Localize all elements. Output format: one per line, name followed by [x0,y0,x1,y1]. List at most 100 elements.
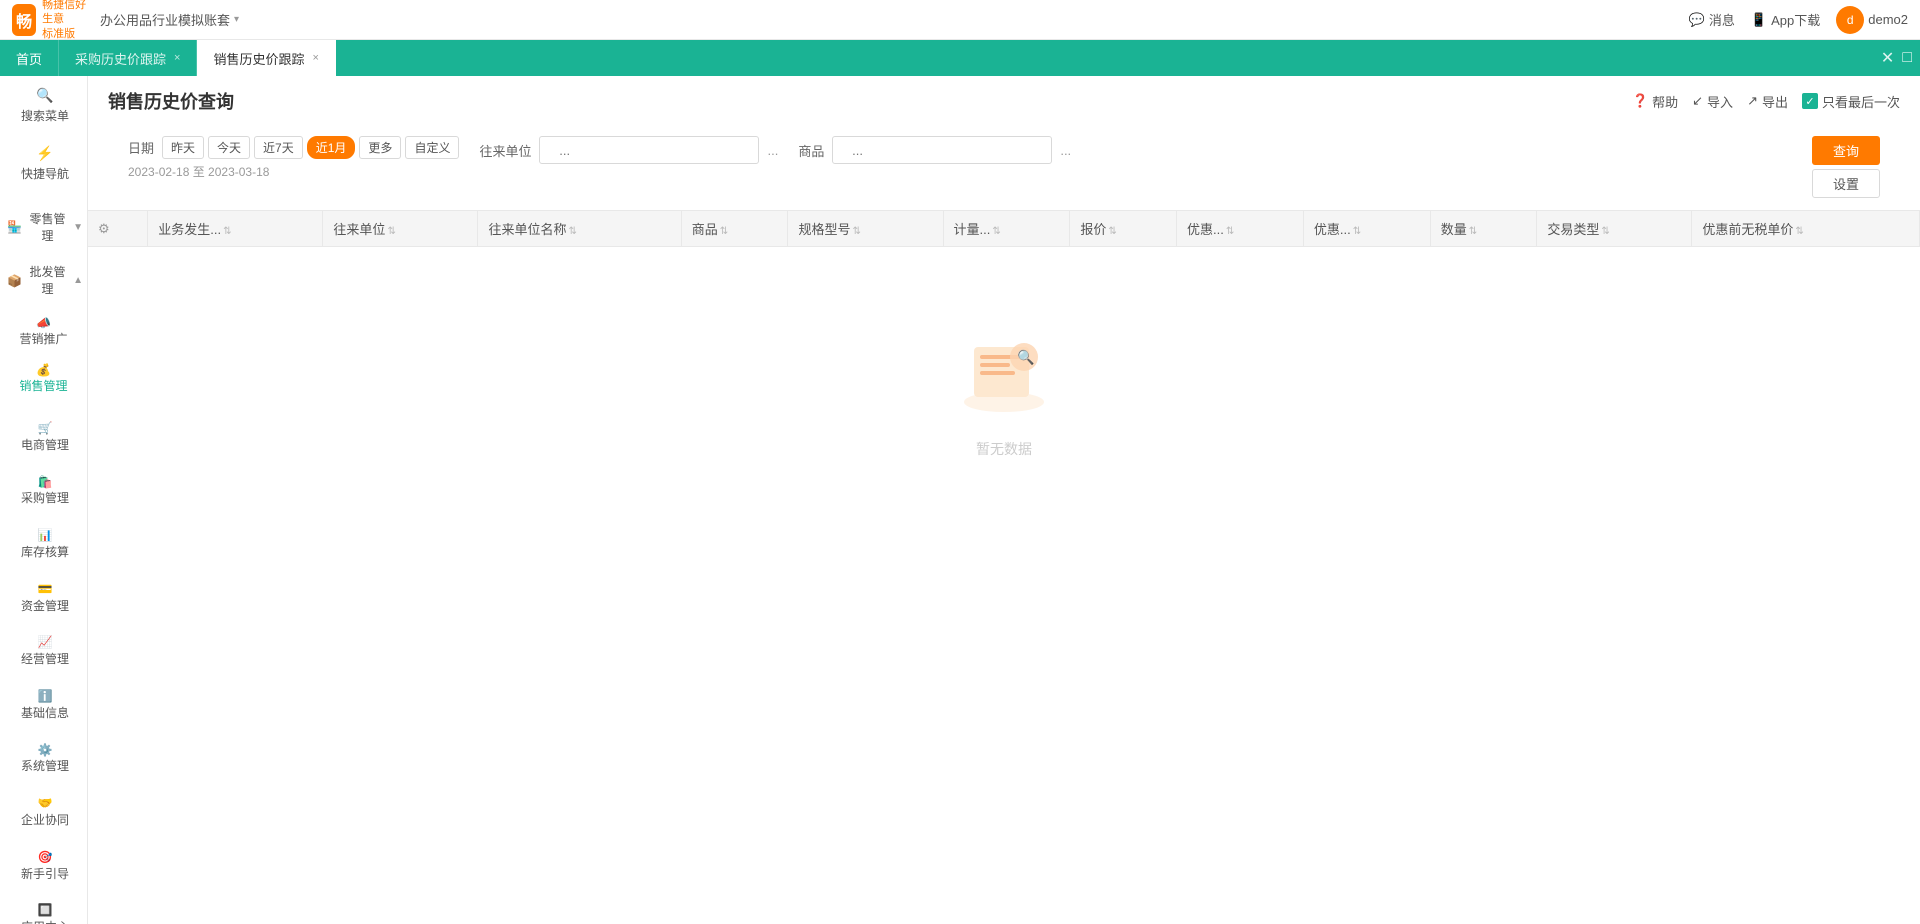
system-icon: ⚙️ [38,742,53,759]
filter-goods-group: 商品 ... [798,136,1071,164]
sidebar-item-retail[interactable]: 🏪 零售管理 ▼ [0,201,87,255]
col-quote: 报价⇅ [1070,211,1177,247]
date-btn-custom[interactable]: 自定义 [405,136,459,159]
col-partner-code: 往来单位⇅ [323,211,478,247]
app-download-button[interactable]: 📱 App下载 [1751,10,1820,29]
sidebar-item-search-menu-label: 搜索菜单 [21,108,69,125]
sidebar-item-wholesale[interactable]: 📦 批发管理 ▲ [0,254,87,308]
inventory-icon: 📊 [38,527,53,544]
finance-icon: 💳 [38,581,53,598]
date-btn-1month[interactable]: 近1月 [307,136,356,159]
topbar: 畅 畅捷信好生意 标准版 办公用品行业模拟账套 ▾ 💬 消息 📱 App下载 d… [0,0,1920,40]
empty-text: 暂无数据 [976,439,1032,459]
tab-purchase-history[interactable]: 采购历史价跟踪 × [59,40,197,76]
sidebar-item-operations[interactable]: 📈 经营管理 [0,624,87,678]
sidebar-item-finance[interactable]: 💳 资金管理 [0,571,87,625]
sort-icon-trade-type[interactable]: ⇅ [1601,226,1609,237]
app-download-label: App下载 [1771,10,1820,29]
gear-icon[interactable]: ⚙ [98,221,110,236]
user-area[interactable]: d demo2 [1836,6,1908,34]
tab-sales-close[interactable]: × [312,52,318,64]
col-partner-name: 往来单位名称⇅ [478,211,681,247]
import-button[interactable]: ↙ 导入 [1692,92,1733,111]
page-title-row: 销售历史价查询 ❓ 帮助 ↙ 导入 ↗ 导出 ✓ [108,88,1900,114]
sort-icon-partner-name[interactable]: ⇅ [568,226,576,237]
sort-icon-discount1[interactable]: ⇅ [1226,226,1234,237]
sidebar-item-marketing-label: 营销推广 [19,330,67,347]
query-button[interactable]: 查询 [1812,136,1880,165]
sidebar-item-apps[interactable]: 🔲 应用中心 [0,892,87,924]
msg-button[interactable]: 💬 消息 [1689,10,1735,29]
ecommerce-icon: 🛒 [38,420,53,437]
tabbar-actions: ✕ □ [1873,40,1920,76]
empty-icon: 🔍 [954,327,1054,427]
msg-label: 消息 [1709,10,1735,29]
sort-icon-quote[interactable]: ⇅ [1108,226,1116,237]
sidebar-item-basic[interactable]: ℹ️ 基础信息 [0,678,87,732]
tab-purchase-close[interactable]: × [174,52,180,64]
date-btn-7days[interactable]: 近7天 [254,136,303,159]
sidebar-item-enterprise-label: 企业协同 [21,812,69,829]
sidebar-item-ecommerce[interactable]: 🛒 电商管理 [0,410,87,464]
window-max-button[interactable]: □ [1902,49,1912,67]
sort-icon-spec[interactable]: ⇅ [853,226,861,237]
sort-icon-qty[interactable]: ⇅ [1469,226,1477,237]
avatar: d [1836,6,1864,34]
sidebar-item-quick-nav-label: 快捷导航 [21,166,69,183]
import-icon: ↙ [1692,93,1703,109]
sort-icon-discount2[interactable]: ⇅ [1353,226,1361,237]
tab-spacer [336,40,1873,76]
checkbox-icon: ✓ [1802,93,1818,109]
settings-button[interactable]: 设置 [1812,169,1880,198]
window-close-button[interactable]: ✕ [1881,48,1894,68]
app-selector-chevron: ▾ [234,14,239,25]
page-actions: ❓ 帮助 ↙ 导入 ↗ 导出 ✓ 只看最后一次 [1632,92,1900,111]
tab-home[interactable]: 首页 [0,40,59,76]
partner-filter-label: 往来单位 [479,141,531,160]
date-btn-yesterday[interactable]: 昨天 [162,136,204,159]
topbar-right: 💬 消息 📱 App下载 d demo2 [1689,6,1908,34]
col-goods: 商品⇅ [681,211,788,247]
sidebar-item-enterprise[interactable]: 🤝 企业协同 [0,785,87,839]
sidebar-item-search-menu[interactable]: 🔍 搜索菜单 [0,76,87,134]
date-btn-group: 昨天 今天 近7天 近1月 更多 自定义 [162,136,459,159]
empty-state: 🔍 暂无数据 [88,247,1920,539]
date-btn-more[interactable]: 更多 [359,136,401,159]
sidebar-item-ecommerce-label: 电商管理 [21,437,69,454]
help-button[interactable]: ❓ 帮助 [1632,92,1678,111]
filter-date-buttons: 日期 昨天 今天 近7天 近1月 更多 自定义 [128,136,459,159]
sort-icon-unit[interactable]: ⇅ [992,226,1000,237]
date-btn-today[interactable]: 今天 [208,136,250,159]
sidebar-item-guide[interactable]: 🎯 新手引导 [0,839,87,893]
sidebar-item-purchase[interactable]: 🛍️ 采购管理 [0,464,87,518]
only-last-checkbox[interactable]: ✓ 只看最后一次 [1802,92,1900,111]
col-pretax-price: 优惠前无税单价⇅ [1692,211,1920,247]
help-icon: ❓ [1632,93,1648,109]
export-button[interactable]: ↗ 导出 [1747,92,1788,111]
sidebar-item-marketing[interactable]: 📣 营销推广 [0,308,87,355]
sidebar-item-wholesale-label: 批发管理 [26,264,69,298]
sort-icon-biz-date[interactable]: ⇅ [223,226,231,237]
page-header: 销售历史价查询 ❓ 帮助 ↙ 导入 ↗ 导出 ✓ [88,76,1920,211]
sidebar-item-quick-nav[interactable]: ⚡ 快捷导航 [0,134,87,192]
page-title: 销售历史价查询 [108,88,234,114]
sort-icon-goods[interactable]: ⇅ [720,226,728,237]
sidebar-item-system[interactable]: ⚙️ 系统管理 [0,732,87,786]
col-gear[interactable]: ⚙ [88,211,148,247]
svg-text:🔍: 🔍 [1017,348,1034,366]
retail-icon: 🏪 [7,219,22,236]
app-selector[interactable]: 办公用品行业模拟账套 ▾ [100,10,239,29]
table-container: ⚙ 业务发生...⇅ 往来单位⇅ 往来单位名称⇅ 商品⇅ 规格型号⇅ 计量...… [88,211,1920,924]
goods-filter-input[interactable] [832,136,1052,164]
operations-icon: 📈 [38,634,53,651]
sort-icon-partner-code[interactable]: ⇅ [387,226,395,237]
sort-icon-pretax-price[interactable]: ⇅ [1795,226,1803,237]
partner-filter-input[interactable] [539,136,759,164]
sidebar-item-inventory[interactable]: 📊 库存核算 [0,517,87,571]
import-label: 导入 [1707,92,1733,111]
logo-area: 畅 畅捷信好生意 标准版 [12,0,92,41]
sidebar-item-sales[interactable]: 💰 销售管理 [0,355,87,402]
tab-sales-history[interactable]: 销售历史价跟踪 × [197,40,335,76]
col-unit: 计量...⇅ [943,211,1070,247]
tab-sales-label: 销售历史价跟踪 [213,49,304,68]
